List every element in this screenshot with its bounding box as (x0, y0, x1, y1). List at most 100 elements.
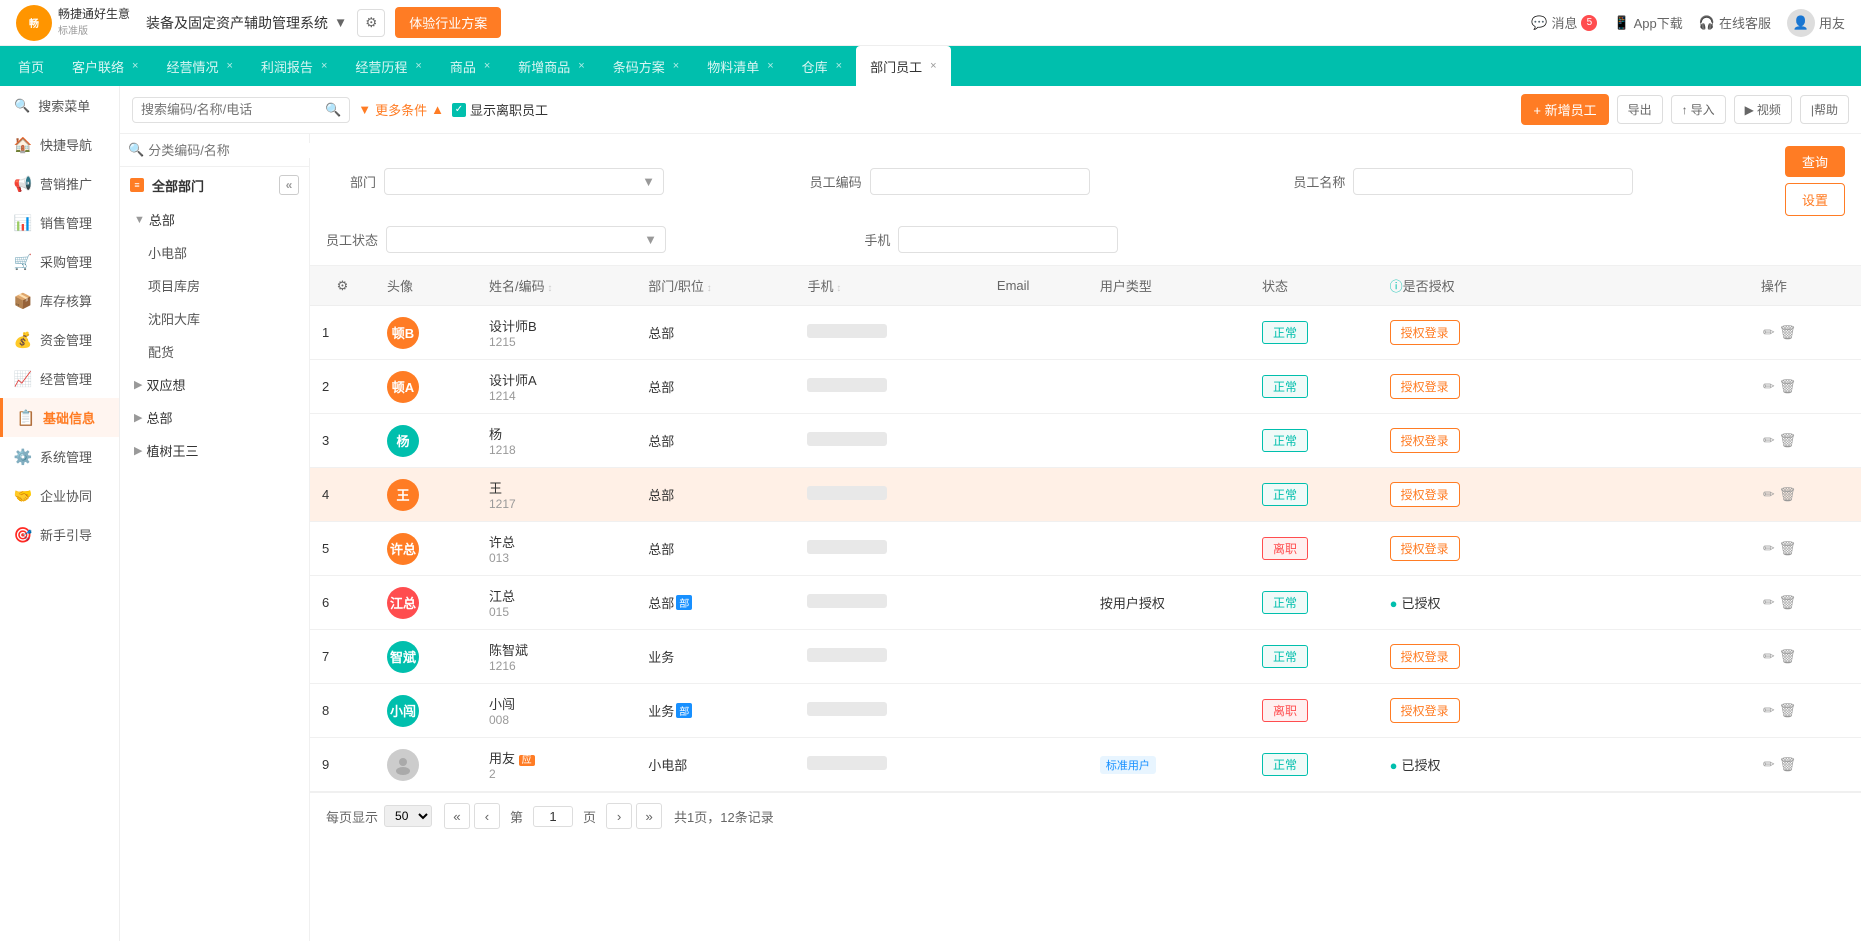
help-btn[interactable]: |帮助 (1800, 95, 1849, 124)
auth-btn-2[interactable]: 授权登录 (1390, 374, 1460, 399)
message-btn[interactable]: 💬 消息 5 (1531, 13, 1597, 32)
edit-btn-8[interactable]: ✏ (1763, 702, 1775, 719)
delete-btn-9[interactable]: 🗑 (1779, 756, 1797, 773)
tree-item-项目库房[interactable]: 项目库房 (128, 269, 309, 302)
tree-group-双应想-1[interactable]: ▶双应想 (120, 368, 309, 401)
nav-tab-新增商品[interactable]: 新增商品× (504, 46, 598, 86)
tree-item-小电部[interactable]: 小电部 (128, 236, 309, 269)
nav-tab-条码方案[interactable]: 条码方案× (599, 46, 693, 86)
nav-tab-商品[interactable]: 商品× (436, 46, 504, 86)
app-download-btn[interactable]: 📱 App下载 (1613, 13, 1682, 32)
tab-close-部门员工[interactable]: × (930, 60, 936, 72)
edit-btn-7[interactable]: ✏ (1763, 648, 1775, 665)
settings-th[interactable]: ⚙ (310, 266, 375, 306)
th-phone[interactable]: 手机 (795, 266, 984, 306)
sidebar-item-purchase[interactable]: 🛒采购管理 (0, 242, 119, 281)
tab-close-仓库[interactable]: × (836, 60, 842, 72)
nav-tab-首页[interactable]: 首页 (4, 46, 58, 86)
nav-tab-部门员工[interactable]: 部门员工× (856, 46, 950, 86)
tab-close-经营情况[interactable]: × (226, 60, 232, 72)
phone-input[interactable] (898, 226, 1118, 253)
edit-btn-9[interactable]: ✏ (1763, 756, 1775, 773)
sidebar-item-sales[interactable]: 📊销售管理 (0, 203, 119, 242)
per-page-select[interactable]: 50 (384, 805, 432, 827)
online-service-btn[interactable]: 🎧 在线客服 (1699, 13, 1771, 32)
more-filters-btn[interactable]: ▼ 更多条件 ▲ (358, 100, 444, 119)
tab-close-条码方案[interactable]: × (673, 60, 679, 72)
collapse-btn[interactable]: « (279, 175, 299, 195)
search-input[interactable] (141, 102, 321, 117)
delete-btn-2[interactable]: 🗑 (1779, 378, 1797, 395)
sidebar-item-system[interactable]: ⚙️系统管理 (0, 437, 119, 476)
auth-btn-5[interactable]: 授权登录 (1390, 536, 1460, 561)
emp-status-select[interactable]: ▼ (386, 226, 666, 253)
show-resigned-toggle[interactable]: ✓ 显示离职员工 (452, 100, 548, 119)
tab-close-经营历程[interactable]: × (415, 60, 421, 72)
import-btn[interactable]: ↑导入 (1671, 95, 1726, 124)
edit-btn-2[interactable]: ✏ (1763, 378, 1775, 395)
nav-tab-经营情况[interactable]: 经营情况× (152, 46, 246, 86)
th-dept[interactable]: 部门/职位 (636, 266, 795, 306)
search-input-wrap[interactable]: 🔍 (132, 97, 350, 123)
system-dropdown-btn[interactable]: ▼ (334, 15, 347, 30)
delete-btn-6[interactable]: 🗑 (1779, 594, 1797, 611)
setting-btn[interactable]: 设置 (1785, 183, 1845, 216)
settings-gear-btn[interactable]: ⚙ (357, 9, 385, 37)
sidebar-item-quick-nav[interactable]: 🏠快捷导航 (0, 125, 119, 164)
auth-btn-3[interactable]: 授权登录 (1390, 428, 1460, 453)
tree-group-植树王三-3[interactable]: ▶植树王三 (120, 434, 309, 467)
add-employee-btn[interactable]: + 新增员工 (1521, 94, 1608, 125)
export-btn[interactable]: 导出 (1617, 95, 1663, 124)
sidebar-item-enterprise[interactable]: 🤝企业协同 (0, 476, 119, 515)
sidebar-item-inventory[interactable]: 📦库存核算 (0, 281, 119, 320)
trial-btn[interactable]: 体验行业方案 (395, 7, 501, 38)
sidebar-item-guide[interactable]: 🎯新手引导 (0, 515, 119, 554)
sidebar-item-marketing[interactable]: 📢营销推广 (0, 164, 119, 203)
sidebar-item-basic-info[interactable]: 📋基础信息 (0, 398, 119, 437)
th-name[interactable]: 姓名/编码 (477, 266, 636, 306)
nav-tab-利润报告[interactable]: 利润报告× (247, 46, 341, 86)
sidebar-search[interactable]: 🔍 搜索菜单 (0, 86, 119, 125)
tab-close-物料清单[interactable]: × (767, 60, 773, 72)
delete-btn-3[interactable]: 🗑 (1779, 432, 1797, 449)
edit-btn-6[interactable]: ✏ (1763, 594, 1775, 611)
delete-btn-4[interactable]: 🗑 (1779, 486, 1797, 503)
auth-btn-1[interactable]: 授权登录 (1390, 320, 1460, 345)
auth-btn-4[interactable]: 授权登录 (1390, 482, 1460, 507)
tree-item-沈阳大库[interactable]: 沈阳大库 (128, 302, 309, 335)
delete-btn-7[interactable]: 🗑 (1779, 648, 1797, 665)
all-depts-header[interactable]: ≡ 全部部门 « (120, 167, 309, 203)
delete-btn-8[interactable]: 🗑 (1779, 702, 1797, 719)
tab-close-客户联络[interactable]: × (132, 60, 138, 72)
sidebar-item-operations[interactable]: 📈经营管理 (0, 359, 119, 398)
nav-tab-客户联络[interactable]: 客户联络× (58, 46, 152, 86)
query-btn[interactable]: 查询 (1785, 146, 1845, 177)
tab-close-利润报告[interactable]: × (321, 60, 327, 72)
tree-group-总部[interactable]: ▼总部 (120, 203, 309, 236)
edit-btn-5[interactable]: ✏ (1763, 540, 1775, 557)
nav-tab-物料清单[interactable]: 物料清单× (693, 46, 787, 86)
delete-btn-1[interactable]: 🗑 (1779, 324, 1797, 341)
tree-search-input[interactable] (148, 143, 324, 158)
auth-btn-8[interactable]: 授权登录 (1390, 698, 1460, 723)
last-page-btn[interactable]: » (636, 803, 662, 829)
user-area[interactable]: 👤 用友 (1787, 9, 1845, 37)
tab-close-商品[interactable]: × (484, 60, 490, 72)
dept-select[interactable]: ▼ (384, 168, 664, 195)
emp-name-input[interactable] (1353, 168, 1633, 195)
view-btn[interactable]: ▶视频 (1734, 95, 1792, 124)
current-page-input[interactable] (533, 806, 573, 827)
nav-tab-仓库[interactable]: 仓库× (788, 46, 856, 86)
tree-item-配货[interactable]: 配货 (128, 335, 309, 368)
edit-btn-1[interactable]: ✏ (1763, 324, 1775, 341)
nav-tab-经营历程[interactable]: 经营历程× (341, 46, 435, 86)
edit-btn-3[interactable]: ✏ (1763, 432, 1775, 449)
first-page-btn[interactable]: « (444, 803, 470, 829)
prev-page-btn[interactable]: ‹ (474, 803, 500, 829)
emp-code-input[interactable] (870, 168, 1090, 195)
sidebar-item-finance[interactable]: 💰资金管理 (0, 320, 119, 359)
tab-close-新增商品[interactable]: × (578, 60, 584, 72)
tree-group-总部-2[interactable]: ▶总部 (120, 401, 309, 434)
edit-btn-4[interactable]: ✏ (1763, 486, 1775, 503)
auth-btn-7[interactable]: 授权登录 (1390, 644, 1460, 669)
